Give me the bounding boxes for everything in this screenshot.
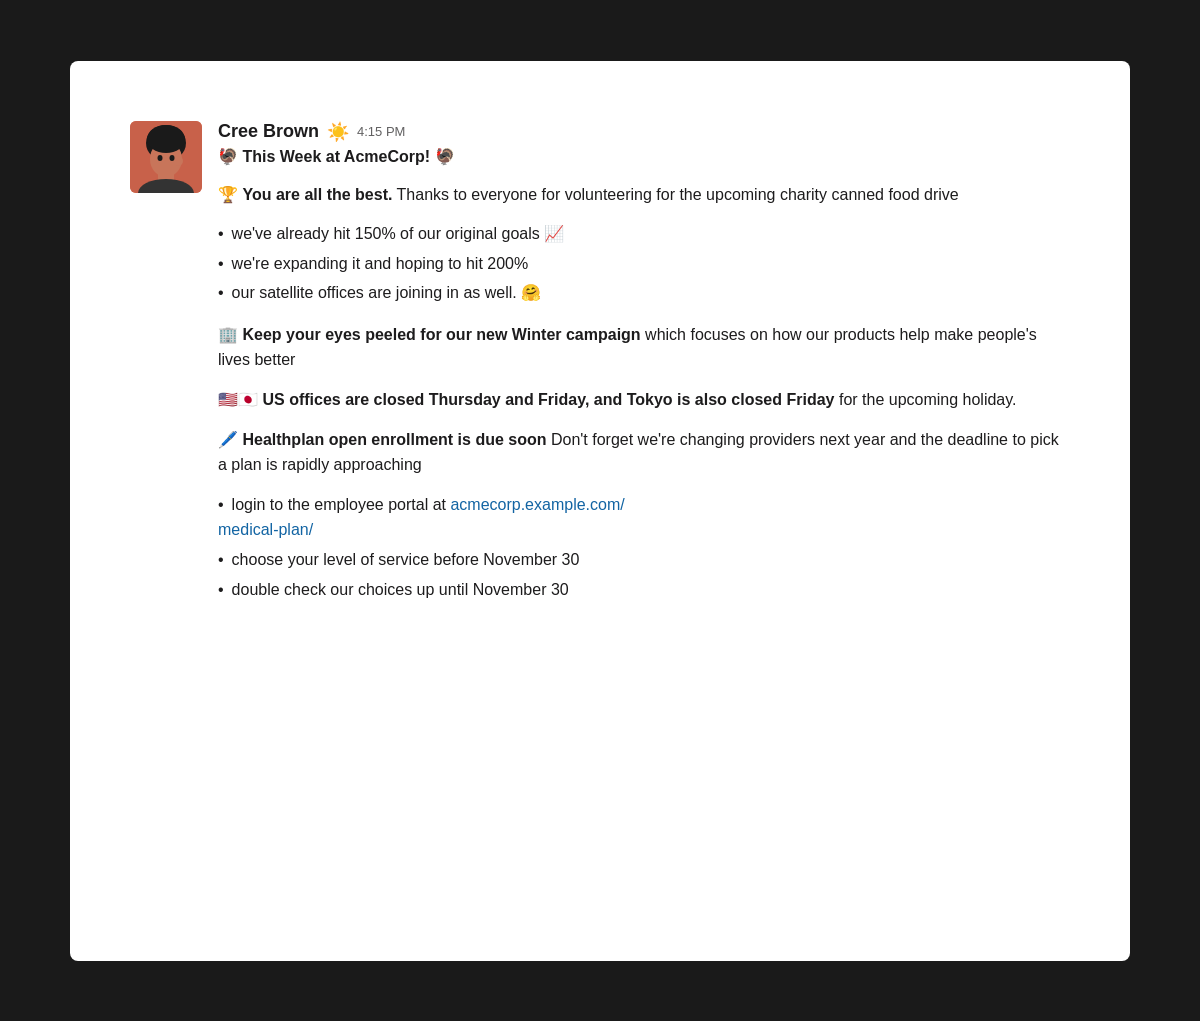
list-item: choose your level of service before Nove… <box>218 545 1070 575</box>
avatar <box>130 121 202 193</box>
message-window: Cree Brown ☀️ 4:15 PM 🦃 This Week at Acm… <box>70 61 1130 961</box>
healthplan-bullet-list: login to the employee portal at acmecorp… <box>218 490 1070 604</box>
list-item: login to the employee portal at acmecorp… <box>218 490 1070 545</box>
message-container: Cree Brown ☀️ 4:15 PM 🦃 This Week at Acm… <box>130 121 1070 619</box>
winter-paragraph: 🏢 Keep your eyes peeled for our new Wint… <box>218 322 1070 373</box>
charity-section: 🏆 You are all the best. Thanks to everyo… <box>218 182 1070 308</box>
list-item: we've already hit 150% of our original g… <box>218 219 1070 249</box>
portal-link[interactable]: acmecorp.example.com/medical-plan/ <box>218 496 625 539</box>
healthplan-bold: Healthplan open enrollment is due soon <box>242 431 546 448</box>
healthplan-section: 🖊️ Healthplan open enrollment is due soo… <box>218 427 1070 605</box>
offices-section: 🇺🇸🇯🇵 US offices are closed Thursday and … <box>218 387 1070 413</box>
svg-point-7 <box>158 155 163 161</box>
svg-point-3 <box>147 125 185 153</box>
message-header: Cree Brown ☀️ 4:15 PM <box>218 121 1070 143</box>
winter-bold: Keep your eyes peeled for our new Winter… <box>242 326 640 343</box>
svg-point-8 <box>170 155 175 161</box>
healthplan-paragraph: 🖊️ Healthplan open enrollment is due soo… <box>218 427 1070 478</box>
offices-bold: US offices are closed Thursday and Frida… <box>262 391 834 408</box>
sun-emoji-icon: ☀️ <box>327 121 349 143</box>
message-content: 🏆 You are all the best. Thanks to everyo… <box>218 182 1070 605</box>
list-item: our satellite offices are joining in as … <box>218 278 1070 308</box>
charity-bullet-list: we've already hit 150% of our original g… <box>218 219 1070 308</box>
list-item: double check our choices up until Novemb… <box>218 575 1070 605</box>
charity-paragraph: 🏆 You are all the best. Thanks to everyo… <box>218 182 1070 208</box>
svg-point-6 <box>173 156 183 166</box>
subject-text: This Week at AcmeCorp! <box>242 148 430 165</box>
offices-paragraph: 🇺🇸🇯🇵 US offices are closed Thursday and … <box>218 387 1070 413</box>
message-subject: 🦃 This Week at AcmeCorp! 🦃 <box>218 147 1070 166</box>
charity-bold: You are all the best. <box>242 186 392 203</box>
timestamp: 4:15 PM <box>357 124 405 139</box>
author-name: Cree Brown <box>218 121 319 142</box>
winter-section: 🏢 Keep your eyes peeled for our new Wint… <box>218 322 1070 373</box>
list-item: we're expanding it and hoping to hit 200… <box>218 249 1070 279</box>
message-body: Cree Brown ☀️ 4:15 PM 🦃 This Week at Acm… <box>218 121 1070 619</box>
